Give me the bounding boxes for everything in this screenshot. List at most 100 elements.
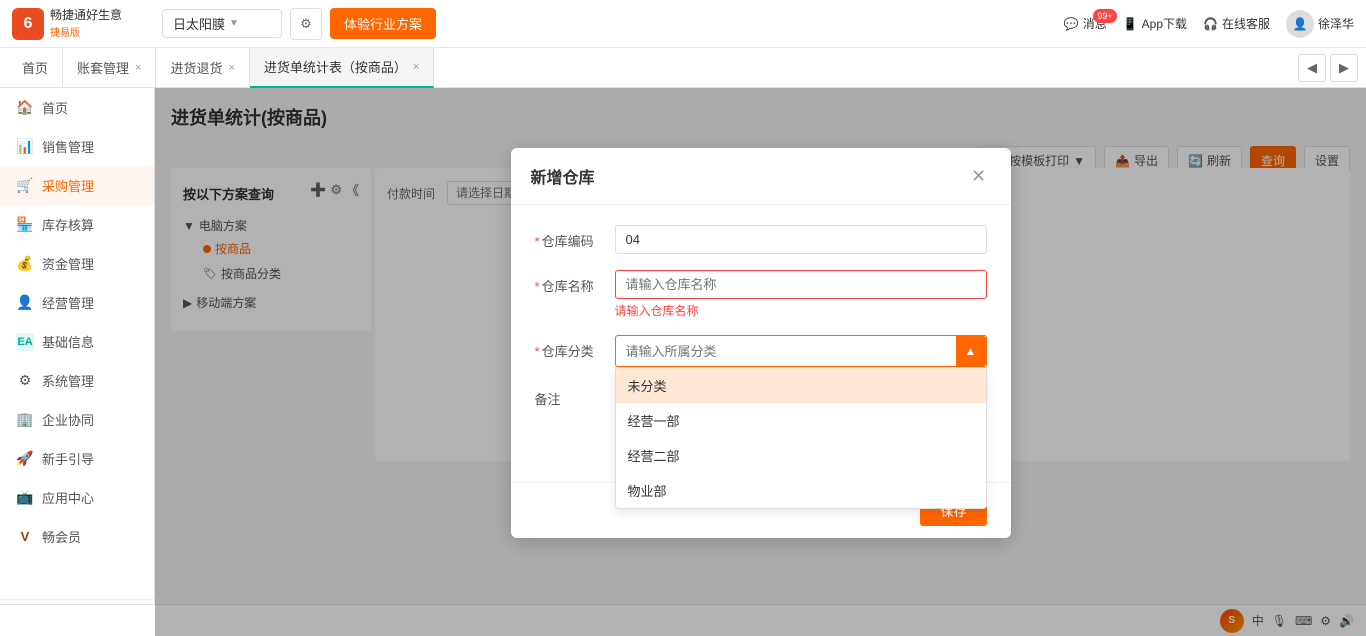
sidebar-item-inventory[interactable]: 🏪 库存核算	[0, 205, 154, 244]
logo-title: 畅捷通好生意	[50, 8, 122, 24]
content-area: 进货单统计(按商品) 🖨 按模板打印 ▼ 📤 导出 🔄 刷新 查询 设置	[155, 88, 1366, 636]
main-layout: 🏠 首页 📊 销售管理 🛒 采购管理 🏪 库存核算 💰 资金管理 👤 经营管理 …	[0, 88, 1366, 636]
sidebar-item-enterprise[interactable]: 🏢 企业协同	[0, 400, 154, 439]
sidebar-member-label: 畅会员	[42, 527, 81, 546]
messages-item[interactable]: 💬 消息 99+	[1064, 15, 1107, 32]
sidebar-operation-label: 经营管理	[42, 293, 94, 312]
tab-accounts-close-icon[interactable]: ×	[135, 62, 141, 74]
dropdown-option-dept2[interactable]: 经营二部	[616, 438, 986, 473]
form-row-name: 仓库名称 请输入仓库名称	[535, 270, 987, 319]
tab-returns[interactable]: 进货退货 ×	[156, 48, 249, 88]
sidebar-inventory-label: 库存核算	[42, 215, 94, 234]
sidebar-item-basic[interactable]: EA 基础信息	[0, 322, 154, 361]
warehouse-category-input[interactable]	[616, 338, 956, 365]
logo-text-group: 畅捷通好生意 捷易版	[50, 8, 122, 39]
sidebar-item-finance[interactable]: 💰 资金管理	[0, 244, 154, 283]
tab-accounts-label: 账套管理	[77, 58, 129, 77]
sidebar-item-home[interactable]: 🏠 首页	[0, 88, 154, 127]
warehouse-category-label: 仓库分类	[535, 335, 615, 360]
operation-icon: 👤	[16, 294, 34, 312]
tab-stats-label: 进货单统计表（按商品）	[264, 57, 407, 76]
headset-icon: 🎧	[1203, 17, 1218, 31]
finance-icon: 💰	[16, 255, 34, 273]
sidebar: 🏠 首页 📊 销售管理 🛒 采购管理 🏪 库存核算 💰 资金管理 👤 经营管理 …	[0, 88, 155, 636]
sidebar-item-member[interactable]: V 畅会员	[0, 517, 154, 556]
online-service-item[interactable]: 🎧 在线客服	[1203, 15, 1270, 32]
sidebar-guide-label: 新手引导	[42, 449, 94, 468]
app-download-label: App下载	[1142, 15, 1187, 32]
tab-accounts[interactable]: 账套管理 ×	[63, 48, 156, 88]
purchase-icon: 🛒	[16, 177, 34, 195]
form-row-category: 仓库分类 ▲ 未分类 经营一部 经营二部 物业部	[535, 335, 987, 367]
header-right: 💬 消息 99+ 📱 App下载 🎧 在线客服 👤 徐泽华	[1064, 10, 1354, 38]
sidebar-apps-label: 应用中心	[42, 488, 94, 507]
settings-button[interactable]: ⚙	[290, 8, 322, 40]
sidebar-item-apps[interactable]: 📺 应用中心	[0, 478, 154, 517]
guide-icon: 🚀	[16, 450, 34, 468]
dropdown-option-property[interactable]: 物业部	[616, 473, 986, 508]
system-icon: ⚙	[16, 372, 34, 390]
logo-subtitle: 捷易版	[50, 24, 122, 39]
user-avatar: 👤	[1286, 10, 1314, 38]
warehouse-name-error-msg: 请输入仓库名称	[615, 302, 987, 319]
tab-stats-close-icon[interactable]: ×	[413, 61, 419, 73]
dropdown-list: 未分类 经营一部 经营二部 物业部	[615, 367, 987, 509]
app-download-item[interactable]: 📱 App下载	[1123, 15, 1187, 32]
modal-add-warehouse: 新增仓库 ✕ 仓库编码 仓库名称	[511, 148, 1011, 538]
phone-icon: 📱	[1123, 17, 1138, 31]
note-label: 备注	[535, 383, 615, 408]
warehouse-code-label: 仓库编码	[535, 225, 615, 250]
sidebar-item-operation[interactable]: 👤 经营管理	[0, 283, 154, 322]
logo-area: 6 畅捷通好生意 捷易版	[12, 8, 162, 40]
warehouse-name-input[interactable]	[615, 270, 987, 299]
tab-controls: ◀ ▶	[1298, 54, 1358, 82]
dropdown-option-uncategorized[interactable]: 未分类	[616, 368, 986, 403]
tab-returns-close-icon[interactable]: ×	[228, 62, 234, 74]
message-icon: 💬	[1064, 17, 1079, 31]
store-selector[interactable]: 日太阳膜 ▼	[162, 9, 282, 38]
sidebar-basic-label: 基础信息	[42, 332, 94, 351]
form-row-code: 仓库编码	[535, 225, 987, 254]
trial-button[interactable]: 体验行业方案	[330, 8, 436, 39]
top-header: 6 畅捷通好生意 捷易版 日太阳膜 ▼ ⚙ 体验行业方案 💬 消息 99+ 📱 …	[0, 0, 1366, 48]
modal-overlay[interactable]: 新增仓库 ✕ 仓库编码 仓库名称	[155, 88, 1366, 636]
sidebar-system-label: 系统管理	[42, 371, 94, 390]
apps-icon: 📺	[16, 489, 34, 507]
modal-title: 新增仓库	[531, 164, 595, 188]
modal-body: 仓库编码 仓库名称 请输入仓库名称	[511, 205, 1011, 482]
warehouse-code-input[interactable]	[615, 225, 987, 254]
sidebar-item-purchase[interactable]: 🛒 采购管理	[0, 166, 154, 205]
sidebar-item-guide[interactable]: 🚀 新手引导	[0, 439, 154, 478]
tab-next-button[interactable]: ▶	[1330, 54, 1358, 82]
dropdown-option-dept1[interactable]: 经营一部	[616, 403, 986, 438]
warehouse-name-wrap: 请输入仓库名称	[615, 270, 987, 319]
basic-info-icon: EA	[16, 333, 34, 351]
tab-returns-label: 进货退货	[170, 58, 222, 77]
enterprise-icon: 🏢	[16, 411, 34, 429]
modal-header: 新增仓库 ✕	[511, 148, 1011, 205]
home-icon: 🏠	[16, 99, 34, 117]
sidebar-item-system[interactable]: ⚙ 系统管理	[0, 361, 154, 400]
tab-prev-button[interactable]: ◀	[1298, 54, 1326, 82]
member-icon: V	[16, 528, 34, 546]
tab-stats[interactable]: 进货单统计表（按商品） ×	[250, 48, 434, 88]
sidebar-item-sales[interactable]: 📊 销售管理	[0, 127, 154, 166]
tab-bar: 首页 账套管理 × 进货退货 × 进货单统计表（按商品） × ◀ ▶	[0, 48, 1366, 88]
sidebar-purchase-label: 采购管理	[42, 176, 94, 195]
messages-badge: 99+	[1093, 9, 1116, 23]
sales-icon: 📊	[16, 138, 34, 156]
warehouse-category-wrap: ▲ 未分类 经营一部 经营二部 物业部	[615, 335, 987, 367]
sidebar-home-label: 首页	[42, 98, 68, 117]
dropdown-arrow-button[interactable]: ▲	[956, 336, 986, 366]
warehouse-name-label: 仓库名称	[535, 270, 615, 295]
warehouse-code-wrap	[615, 225, 987, 254]
user-item[interactable]: 👤 徐泽华	[1286, 10, 1354, 38]
tab-home[interactable]: 首页	[8, 48, 63, 88]
inventory-icon: 🏪	[16, 216, 34, 234]
store-name: 日太阳膜	[173, 14, 225, 33]
modal-close-button[interactable]: ✕	[967, 164, 991, 188]
sidebar-finance-label: 资金管理	[42, 254, 94, 273]
store-arrow-icon: ▼	[229, 18, 239, 29]
app-logo-icon: 6	[12, 8, 44, 40]
sidebar-sales-label: 销售管理	[42, 137, 94, 156]
